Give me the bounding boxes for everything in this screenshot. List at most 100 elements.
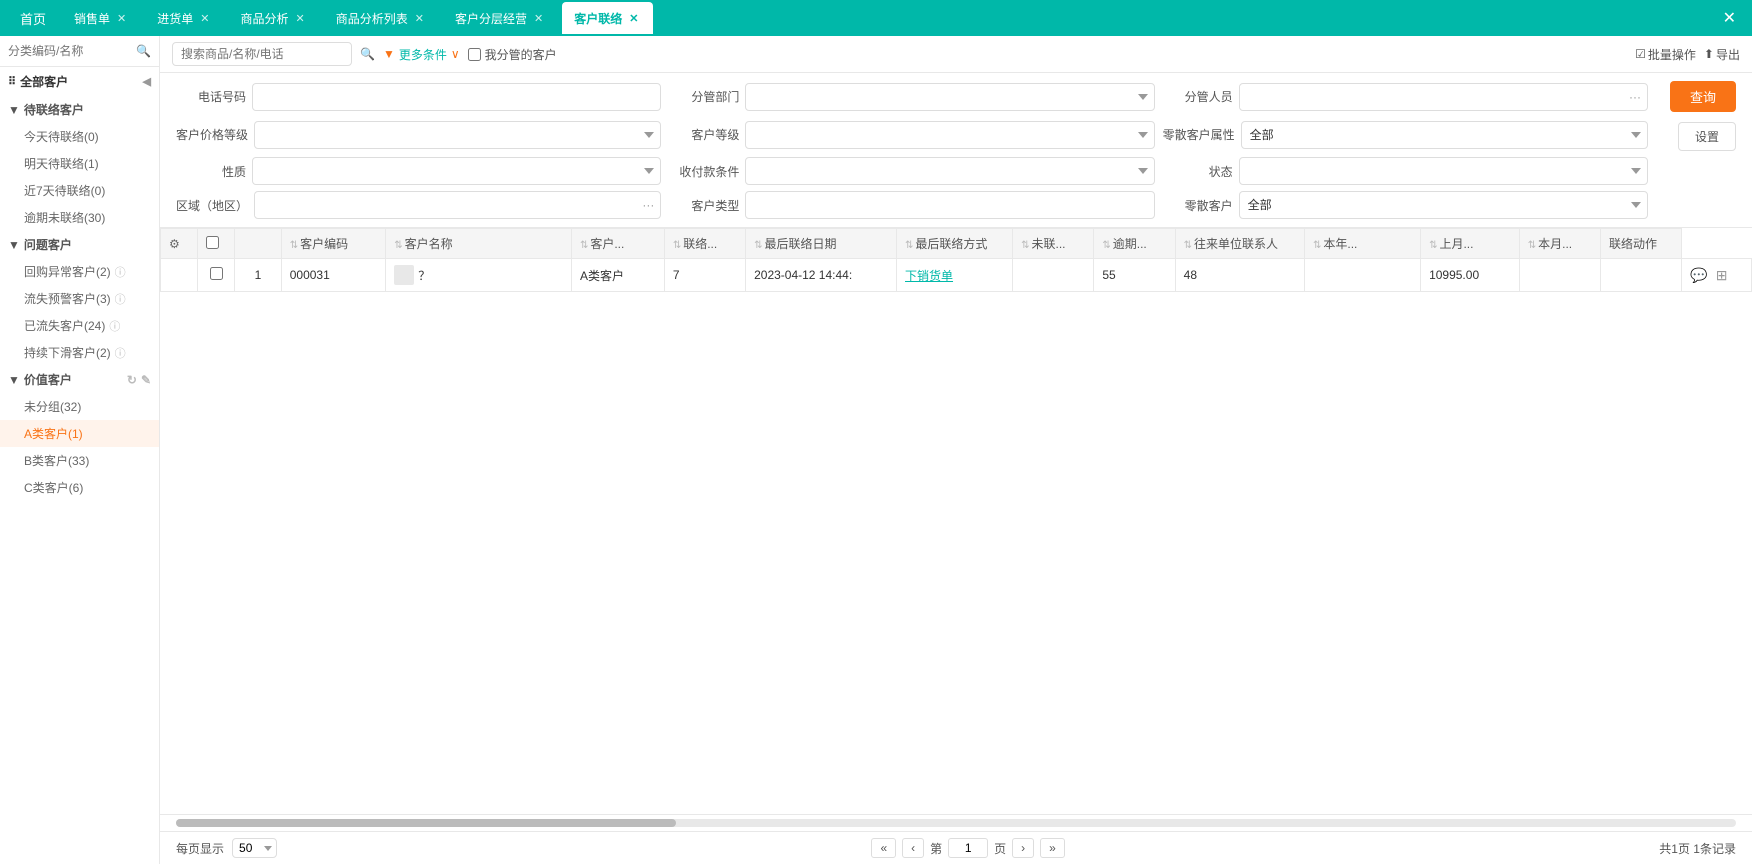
filter-input-manager[interactable] [1240,86,1623,108]
more-action-icon[interactable]: ⊞ [1716,267,1728,284]
filter-label-phone: 电话号码 [176,88,246,105]
filter-select-price-level[interactable] [254,121,661,149]
sidebar-item-repurchase-label: 回购异常客户(2) [24,263,111,280]
sidebar-item-unclassified[interactable]: 未分组(32) [0,393,159,420]
chevron-down-icon-filter: ∨ [451,47,460,61]
filter-select-retail-attr[interactable]: 全部 [1241,121,1648,149]
sidebar-item-churn-warn[interactable]: 流失预警客户(3) ⓘ [0,285,159,312]
sidebar-item-churned[interactable]: 已流失客户(24) ⓘ [0,312,159,339]
filter-field-customer-level: 客户等级 [669,121,1154,149]
page-label: 第 [930,840,942,857]
nav-close-purchase[interactable]: ✕ [197,11,212,26]
filter-select-dept[interactable] [745,83,1154,111]
sidebar-group-problem[interactable]: ▼ 问题客户 [0,231,159,258]
row-overdue-days: 55 [1094,259,1175,292]
nav-close-customer-seg[interactable]: ✕ [531,11,546,26]
nav-close-analysis-list[interactable]: ✕ [412,11,427,26]
last-method-link[interactable]: 下销货单 [905,269,953,283]
main-search-input[interactable] [172,42,352,66]
my-customers-checkbox[interactable] [468,48,481,61]
filter-label-customer-type: 客户类型 [669,197,739,214]
filter-select-nature[interactable] [252,157,661,185]
filter-region-container: ··· [254,191,661,219]
my-customers-checkbox-label[interactable]: 我分管的客户 [468,46,557,63]
main-search-icon[interactable]: 🔍 [360,47,375,61]
sidebar-item-churn-warn-label: 流失预警客户(3) [24,290,111,307]
window-close-button[interactable]: ✕ [1715,4,1744,32]
export-btn[interactable]: ⬆ 导出 [1704,46,1740,63]
nav-tab-sales[interactable]: 销售单 ✕ [62,2,141,34]
edit-icon-value[interactable]: ✎ [141,373,151,387]
sidebar-group-pending[interactable]: ▼ 待联络客户 [0,96,159,123]
prev-page-button[interactable]: ‹ [902,838,924,858]
nav-close-analysis[interactable]: ✕ [293,11,308,26]
gear-icon[interactable]: ⚙ [169,237,180,251]
nav-close-customer-contact[interactable]: ✕ [626,11,641,26]
sidebar-search-container: 🔍 [0,36,159,67]
sidebar-item-overdue-label: 逾期未联络(30) [24,209,105,226]
filter-select-retail-customer[interactable]: 全部 [1239,191,1648,219]
scroll-thumb[interactable] [176,819,676,827]
settings-button[interactable]: 设置 [1678,122,1736,151]
sidebar-search-input[interactable] [8,44,132,58]
manager-more-icon[interactable]: ··· [1623,86,1647,108]
horizontal-scrollbar[interactable] [160,814,1752,831]
batch-ops-btn[interactable]: ☑ 批量操作 [1635,46,1696,63]
sidebar-item-today[interactable]: 今天待联络(0) [0,123,159,150]
filter-row-4: 区域（地区） ··· 客户类型 零散客户 全部 [176,191,1736,219]
nav-tab-purchase[interactable]: 进货单 ✕ [145,2,224,34]
filter-select-status[interactable] [1239,157,1648,185]
filter-input-customer-type[interactable] [745,191,1154,219]
filter-input-phone[interactable] [252,83,661,111]
nav-tab-customer-seg[interactable]: 客户分层经营 ✕ [443,2,558,34]
filter-field-price-level: 客户价格等级 [176,121,661,149]
row-this-year: 10995.00 [1421,259,1520,292]
nav-tab-customer-contact[interactable]: 客户联络 ✕ [562,2,653,34]
row-name: ？ [386,259,572,292]
filter-actions: ☑ 批量操作 ⬆ 导出 [1635,46,1740,63]
scroll-track [176,819,1736,827]
region-more-icon[interactable]: ··· [636,194,660,216]
sidebar-collapse-icon[interactable]: ◀ [143,75,151,88]
sidebar-item-tomorrow[interactable]: 明天待联络(1) [0,150,159,177]
select-all-checkbox[interactable] [206,236,219,249]
nav-tab-analysis[interactable]: 商品分析 ✕ [228,2,319,34]
sidebar-search-icon[interactable]: 🔍 [136,44,151,58]
sidebar-group-pending-label: 待联络客户 [24,101,84,118]
query-button[interactable]: 查询 [1670,81,1736,112]
total-info: 共1页 1条记录 [1659,840,1736,857]
th-no-contact: ⇅未联... [1013,229,1094,259]
th-num [235,229,281,259]
row-action: 💬 ⊞ [1682,259,1752,292]
sidebar-item-b-class-label: B类客户(33) [24,452,89,469]
sidebar-item-a-class[interactable]: A类客户(1) [0,420,159,447]
filter-label-payment: 收付款条件 [669,163,739,180]
filter-select-customer-level[interactable] [745,121,1154,149]
sidebar-all-customers[interactable]: ⠿ 全部客户 ◀ [0,67,159,96]
page-number-input[interactable] [948,838,988,858]
sidebar-item-c-class[interactable]: C类客户(6) [0,474,159,501]
next-page-button[interactable]: › [1012,838,1034,858]
contact-action-icon[interactable]: 💬 [1690,267,1707,284]
sidebar-item-7days[interactable]: 近7天待联络(0) [0,177,159,204]
chevron-down-icon-pending: ▼ [8,103,20,117]
last-page-button[interactable]: » [1040,838,1065,858]
nav-tab-analysis-list[interactable]: 商品分析列表 ✕ [324,2,439,34]
more-conditions-btn[interactable]: ▼ 更多条件 ∨ [383,46,460,63]
th-action: 联络动作 [1601,229,1682,259]
first-page-button[interactable]: « [871,838,896,858]
row-select-checkbox[interactable] [210,267,223,280]
filter-select-payment[interactable] [745,157,1154,185]
filter-input-region[interactable] [255,194,636,216]
info-icon-churn-warn: ⓘ [115,291,126,307]
page-size-select[interactable]: 20 50 100 [232,838,277,858]
sidebar-item-repurchase[interactable]: 回购异常客户(2) ⓘ [0,258,159,285]
nav-close-sales[interactable]: ✕ [114,11,129,26]
sidebar-item-declining[interactable]: 持续下滑客户(2) ⓘ [0,339,159,366]
sidebar-item-b-class[interactable]: B类客户(33) [0,447,159,474]
refresh-icon-value[interactable]: ↻ [127,373,137,387]
row-num: 1 [235,259,281,292]
nav-home[interactable]: 首页 [8,5,58,32]
sidebar-item-overdue[interactable]: 逾期未联络(30) [0,204,159,231]
sidebar-group-value[interactable]: ▼ 价值客户 ↻ ✎ [0,366,159,393]
